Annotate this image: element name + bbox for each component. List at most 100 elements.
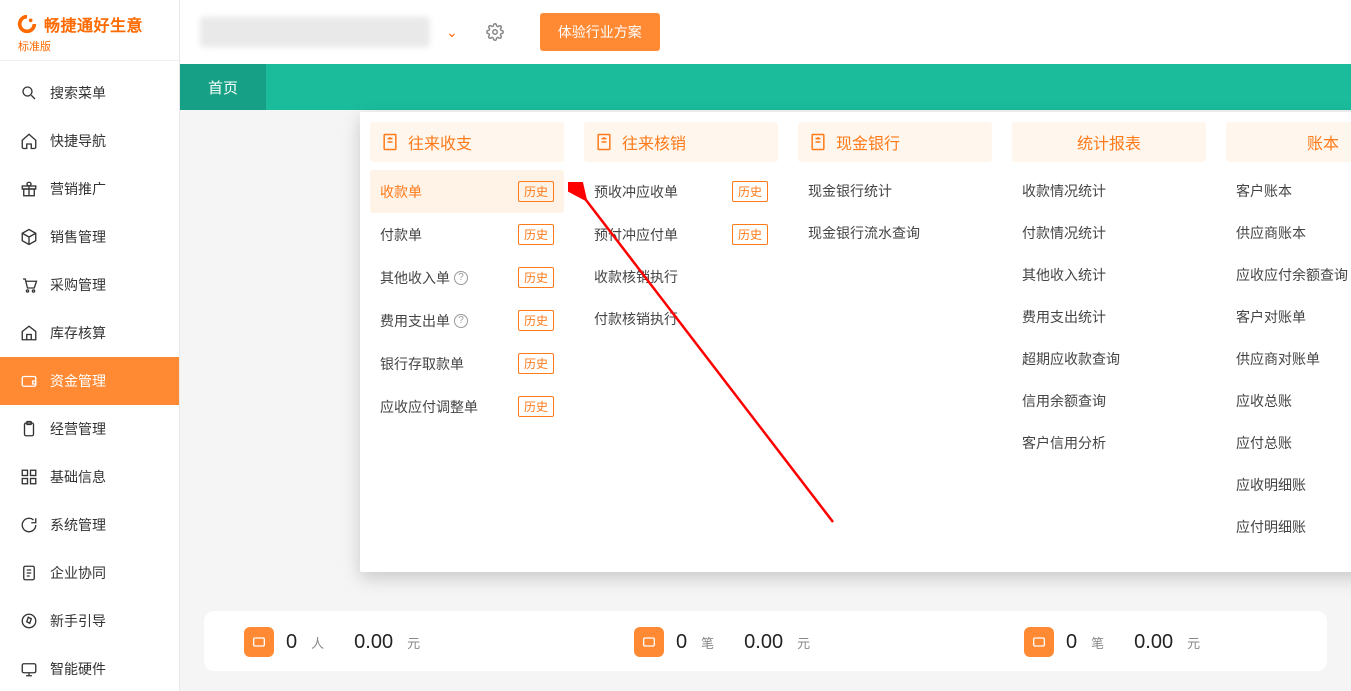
flyout-item[interactable]: 付款情况统计: [1012, 212, 1206, 254]
flyout-item[interactable]: 应收明细账: [1226, 464, 1351, 506]
history-badge[interactable]: 历史: [518, 181, 554, 202]
flyout-item[interactable]: 应付总账: [1226, 422, 1351, 464]
flyout-item[interactable]: 应收应付余额查询: [1226, 254, 1351, 296]
flyout-item[interactable]: 收款单历史: [370, 170, 564, 213]
sidebar-item-0[interactable]: 搜索菜单: [0, 69, 179, 117]
flyout-item-label: 付款核销执行: [594, 309, 678, 329]
flyout-item[interactable]: 收款核销执行: [584, 256, 778, 298]
flyout-item-label: 银行存取款单: [380, 354, 464, 374]
flyout-item[interactable]: 其他收入单?历史: [370, 256, 564, 299]
sidebar-item-12[interactable]: 智能硬件: [0, 645, 179, 691]
flyout-item[interactable]: 现金银行统计: [798, 170, 992, 212]
flyout-item[interactable]: 应付明细账: [1226, 506, 1351, 548]
tab-bar: 首页: [180, 64, 1351, 110]
history-badge[interactable]: 历史: [732, 181, 768, 202]
sidebar-item-11[interactable]: 新手引导: [0, 597, 179, 645]
flyout-item[interactable]: 银行存取款单 历史: [370, 342, 564, 385]
sidebar-nav: 搜索菜单快捷导航营销推广销售管理采购管理库存核算资金管理经营管理基础信息系统管理…: [0, 61, 179, 691]
flyout-item[interactable]: 供应商对账单: [1226, 338, 1351, 380]
history-badge[interactable]: 历史: [518, 267, 554, 288]
flyout-column-header: 往来核销: [584, 122, 778, 162]
history-badge[interactable]: 历史: [518, 353, 554, 374]
help-icon[interactable]: ?: [454, 271, 468, 285]
flyout-item-label: 收款情况统计: [1022, 181, 1106, 201]
sidebar-item-5[interactable]: 库存核算: [0, 309, 179, 357]
sidebar-item-7[interactable]: 经营管理: [0, 405, 179, 453]
flyout-item[interactable]: 供应商账本: [1226, 212, 1351, 254]
flyout-item[interactable]: 客户账本: [1226, 170, 1351, 212]
flyout-item[interactable]: 应收应付调整单历史: [370, 385, 564, 428]
flyout-column-2: 现金银行现金银行统计现金银行流水查询: [788, 122, 1002, 548]
try-industry-button[interactable]: 体验行业方案: [540, 13, 660, 51]
flyout-item[interactable]: 其他收入统计: [1012, 254, 1206, 296]
stat-card: 0笔 0.00元: [1024, 627, 1200, 657]
flyout-item-label: 供应商账本: [1236, 223, 1306, 243]
sidebar-item-1[interactable]: 快捷导航: [0, 117, 179, 165]
flyout-item[interactable]: 费用支出统计: [1012, 296, 1206, 338]
flyout-item[interactable]: 预收冲应收单 历史: [584, 170, 778, 213]
stat-amount: 0.00: [744, 631, 783, 654]
sidebar-item-label: 搜索菜单: [50, 83, 106, 103]
help-icon[interactable]: ?: [454, 314, 468, 328]
sidebar-item-10[interactable]: 企业协同: [0, 549, 179, 597]
flyout-column-header: 现金银行: [798, 122, 992, 162]
flyout-item-label: 预付冲应付单: [594, 225, 678, 245]
flyout-item-label: 其他收入统计: [1022, 265, 1106, 285]
cube-icon: [20, 228, 38, 246]
org-selector-blurred[interactable]: [200, 17, 430, 47]
compass-icon: [20, 612, 38, 630]
flyout-column-3: 统计报表收款情况统计付款情况统计其他收入统计费用支出统计超期应收款查询信用余额查…: [1002, 122, 1216, 548]
stat-count: 0: [676, 631, 687, 654]
chevron-down-icon[interactable]: ⌄: [446, 24, 458, 41]
flyout-item-label: 付款情况统计: [1022, 223, 1106, 243]
flyout-item[interactable]: 现金银行流水查询: [798, 212, 992, 254]
flyout-item[interactable]: 收款情况统计: [1012, 170, 1206, 212]
logo-area: 畅捷通好生意 标准版: [0, 0, 179, 61]
brand-logo-icon: [16, 13, 38, 35]
history-badge[interactable]: 历史: [732, 224, 768, 245]
flyout-item[interactable]: 付款核销执行: [584, 298, 778, 340]
gear-icon[interactable]: [486, 23, 504, 41]
flyout-item-label: 超期应收款查询: [1022, 349, 1120, 369]
sidebar-item-9[interactable]: 系统管理: [0, 501, 179, 549]
flyout-column-0: 往来收支收款单历史付款单历史其他收入单?历史费用支出单?历史银行存取款单历史应收…: [360, 122, 574, 548]
stat-icon: [634, 627, 664, 657]
sidebar-item-3[interactable]: 销售管理: [0, 213, 179, 261]
sidebar-item-label: 新手引导: [50, 611, 106, 631]
flyout-item[interactable]: 应收总账: [1226, 380, 1351, 422]
flyout-item-label: 应收应付余额查询: [1236, 265, 1348, 285]
funds-flyout-panel: 往来收支收款单历史付款单历史其他收入单?历史费用支出单?历史银行存取款单历史应收…: [360, 112, 1351, 572]
flyout-item-label: 收款核销执行: [594, 267, 678, 287]
sidebar-item-4[interactable]: 采购管理: [0, 261, 179, 309]
flyout-item-label: 客户对账单: [1236, 307, 1306, 327]
flyout-item-label: 应付总账: [1236, 433, 1292, 453]
sidebar-item-label: 库存核算: [50, 323, 106, 343]
sidebar-item-label: 销售管理: [50, 227, 106, 247]
flyout-item-label: 预收冲应收单: [594, 182, 678, 202]
sidebar: 畅捷通好生意 标准版 搜索菜单快捷导航营销推广销售管理采购管理库存核算资金管理经…: [0, 0, 180, 691]
flyout-item[interactable]: 费用支出单? 历史: [370, 299, 564, 342]
history-badge[interactable]: 历史: [518, 310, 554, 331]
tab-home[interactable]: 首页: [180, 64, 266, 110]
flyout-item-label: 客户信用分析: [1022, 433, 1106, 453]
flyout-item[interactable]: 信用余额查询: [1012, 380, 1206, 422]
flyout-item-label: 费用支出单?: [380, 311, 468, 331]
flyout-column-header: 往来收支: [370, 122, 564, 162]
sidebar-item-8[interactable]: 基础信息: [0, 453, 179, 501]
flyout-item[interactable]: 超期应收款查询: [1012, 338, 1206, 380]
sidebar-item-label: 智能硬件: [50, 659, 106, 679]
sidebar-item-2[interactable]: 营销推广: [0, 165, 179, 213]
flyout-item[interactable]: 预付冲应付单 历史: [584, 213, 778, 256]
history-badge[interactable]: 历史: [518, 396, 554, 417]
sidebar-item-label: 经营管理: [50, 419, 106, 439]
main: ⌄ 体验行业方案 首页 完善期初 统计表 | 务员) 月报 > 0人: [180, 0, 1351, 691]
flyout-item[interactable]: 客户对账单: [1226, 296, 1351, 338]
flyout-item[interactable]: 付款单历史: [370, 213, 564, 256]
stats-row: 0人 0.00元 0笔 0.00元 0笔 0.00元: [204, 611, 1327, 671]
flyout-column-1: 往来核销预收冲应收单历史预付冲应付单历史收款核销执行付款核销执行: [574, 122, 788, 548]
flyout-item[interactable]: 客户信用分析: [1012, 422, 1206, 464]
sidebar-item-label: 营销推广: [50, 179, 106, 199]
sidebar-item-6[interactable]: 资金管理: [0, 357, 179, 405]
brand-edition: 标准版: [18, 38, 163, 54]
history-badge[interactable]: 历史: [518, 224, 554, 245]
